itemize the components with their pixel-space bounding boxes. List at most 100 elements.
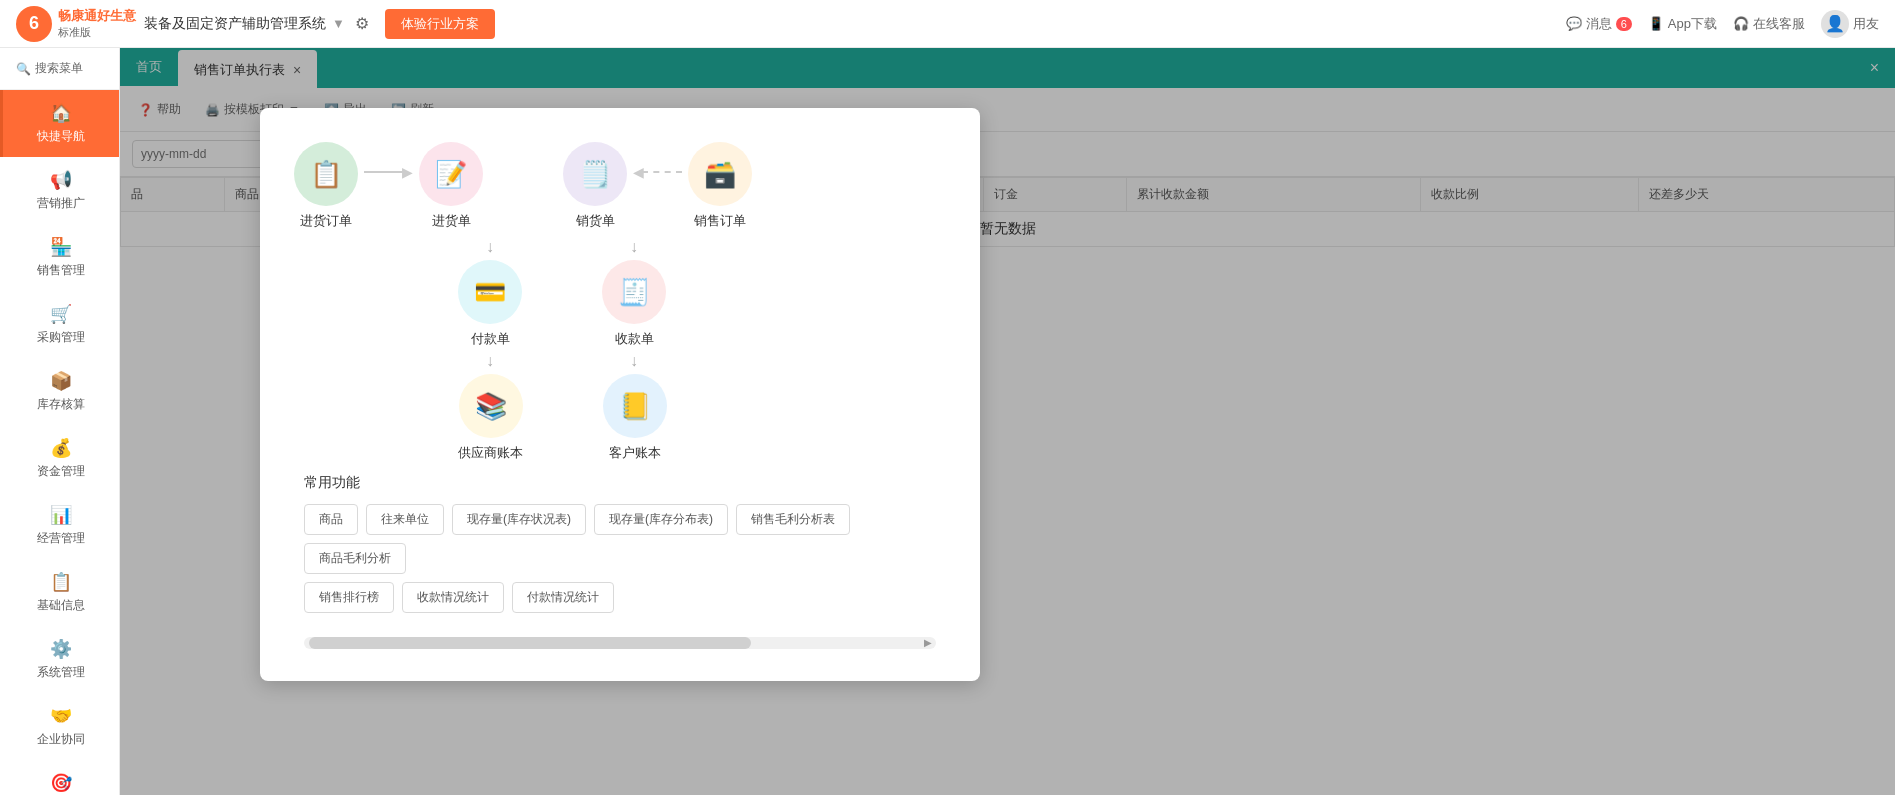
- search-area[interactable]: 🔍 搜索菜单: [0, 48, 119, 90]
- sidebar-item-finance[interactable]: 💰 资金管理: [0, 425, 119, 492]
- purchase-bill-icon: 📝: [435, 159, 467, 190]
- user-menu[interactable]: 👤 用友: [1821, 10, 1879, 38]
- sidebar-item-purchase[interactable]: 🛒 采购管理: [0, 291, 119, 358]
- logo-text: 畅康通好生意 标准版: [58, 8, 136, 39]
- message-button[interactable]: 💬 消息 6: [1566, 15, 1632, 33]
- modal-scrollbar[interactable]: ▶: [304, 637, 936, 649]
- system-title: 装备及固定资产辅助管理系统: [144, 15, 326, 33]
- supplier-ledger-icon: 📚: [475, 391, 507, 422]
- sales-order-label: 销售订单: [694, 212, 746, 230]
- arrow-down-purchase-bill: ↓: [458, 238, 522, 256]
- purchase-order-node: 📋 进货订单: [294, 142, 358, 230]
- download-icon: 📱: [1648, 16, 1664, 31]
- sales-order-node: 🗃️ 销售订单: [688, 142, 752, 230]
- func-btn-stock-dist[interactable]: 现存量(库存分布表): [594, 504, 728, 535]
- customer-ledger-icon: 📒: [619, 391, 651, 422]
- cooperation-icon: 🤝: [50, 705, 72, 727]
- sidebar-item-sales[interactable]: 🏪 销售管理: [0, 224, 119, 291]
- arrow-purchase-to-bill: ▶: [364, 164, 413, 208]
- payment-bill-node: 💳 付款单: [458, 260, 522, 348]
- func-buttons-row1: 商品 往来单位 现存量(库存状况表) 现存量(库存分布表) 销售毛利分析表 商品…: [304, 504, 936, 574]
- sales-order-icon: 🗃️: [704, 159, 736, 190]
- search-icon: 🔍: [16, 62, 31, 76]
- payment-bill-label: 付款单: [471, 330, 510, 348]
- sidebar-item-guide[interactable]: 🎯 新手引导: [0, 760, 119, 795]
- arrow-sales-order-to-bill: ◀: [633, 164, 682, 208]
- user-avatar: 👤: [1821, 10, 1849, 38]
- customer-ledger-node: 📒 客户账本: [603, 374, 667, 462]
- sales-order-circle: 🗃️: [688, 142, 752, 206]
- sales-bill-label: 销货单: [576, 212, 615, 230]
- home-icon: 🏠: [50, 102, 72, 124]
- func-btn-product[interactable]: 商品: [304, 504, 358, 535]
- func-btn-product-gross[interactable]: 商品毛利分析: [304, 543, 406, 574]
- sales-bill-icon: 🗒️: [579, 159, 611, 190]
- sidebar-item-cooperation[interactable]: 🤝 企业协同: [0, 693, 119, 760]
- guide-icon: 🎯: [50, 772, 72, 794]
- supplier-ledger-circle: 📚: [459, 374, 523, 438]
- main-area: 🔍 搜索菜单 🏠 快捷导航 📢 营销推广 🏪 销售管理 🛒 采购管理: [0, 48, 1895, 795]
- arrow-down-sales-bill: ↓: [602, 238, 666, 256]
- sidebar-item-inventory[interactable]: 📦 库存核算: [0, 358, 119, 425]
- logo-line1: 畅康通好生意: [58, 8, 136, 25]
- inventory-icon: 📦: [50, 370, 72, 392]
- message-badge: 6: [1616, 17, 1632, 31]
- func-btn-receipt-stats[interactable]: 收款情况统计: [402, 582, 504, 613]
- logo-line2: 标准版: [58, 25, 136, 39]
- arrow-down-receipt: ↓: [602, 352, 666, 370]
- receipt-bill-icon: 🧾: [618, 277, 650, 308]
- quick-nav-modal: 📋 进货订单 ▶: [260, 108, 980, 681]
- func-btn-stock-status[interactable]: 现存量(库存状况表): [452, 504, 586, 535]
- sidebar-item-quick-nav[interactable]: 🏠 快捷导航: [0, 90, 119, 157]
- receipt-bill-node: 🧾 收款单: [602, 260, 666, 348]
- sidebar: 🔍 搜索菜单 🏠 快捷导航 📢 营销推广 🏪 销售管理 🛒 采购管理: [0, 48, 120, 795]
- chevron-down-icon[interactable]: ▼: [332, 16, 345, 31]
- finance-icon: 💰: [50, 437, 72, 459]
- scrollbar-thumb: [309, 637, 751, 649]
- payment-bill-circle: 💳: [458, 260, 522, 324]
- purchase-bill-node: 📝 进货单: [419, 142, 483, 230]
- app-download-button[interactable]: 📱 App下载: [1648, 15, 1717, 33]
- purchase-bill-label: 进货单: [432, 212, 471, 230]
- sales-icon: 🏪: [50, 236, 72, 258]
- customer-ledger-label: 客户账本: [609, 444, 661, 462]
- search-menu-button[interactable]: 🔍 搜索菜单: [8, 56, 111, 81]
- logo-area: 6 畅康通好生意 标准版: [16, 6, 136, 42]
- sidebar-item-operation[interactable]: 📊 经营管理: [0, 492, 119, 559]
- sales-bill-node: 🗒️ 销货单: [563, 142, 627, 230]
- func-btn-sales-gross[interactable]: 销售毛利分析表: [736, 504, 850, 535]
- purchase-icon: 🛒: [50, 303, 72, 325]
- logo-char: 6: [29, 13, 39, 34]
- scroll-right-icon[interactable]: ▶: [924, 637, 932, 649]
- trial-button[interactable]: 体验行业方案: [385, 9, 495, 39]
- headset-icon: 🎧: [1733, 16, 1749, 31]
- purchase-bill-circle: 📝: [419, 142, 483, 206]
- receipt-bill-label: 收款单: [615, 330, 654, 348]
- message-icon: 💬: [1566, 16, 1582, 31]
- func-btn-payment-stats[interactable]: 付款情况统计: [512, 582, 614, 613]
- system-icon: ⚙️: [50, 638, 72, 660]
- purchase-order-label: 进货订单: [300, 212, 352, 230]
- app-logo-icon: 6: [16, 6, 52, 42]
- online-service-button[interactable]: 🎧 在线客服: [1733, 15, 1805, 33]
- sidebar-item-basic-info[interactable]: 📋 基础信息: [0, 559, 119, 626]
- common-functions-title: 常用功能: [304, 474, 936, 492]
- sidebar-item-system[interactable]: ⚙️ 系统管理: [0, 626, 119, 693]
- settings-icon[interactable]: ⚙: [355, 14, 369, 33]
- supplier-ledger-label: 供应商账本: [458, 444, 523, 462]
- modal-overlay[interactable]: 📋 进货订单 ▶: [120, 48, 1895, 795]
- marketing-icon: 📢: [50, 169, 72, 191]
- top-bar-right: 💬 消息 6 📱 App下载 🎧 在线客服 👤 用友: [1566, 10, 1879, 38]
- purchase-order-icon: 📋: [310, 159, 342, 190]
- customer-ledger-circle: 📒: [603, 374, 667, 438]
- func-btn-sales-rank[interactable]: 销售排行榜: [304, 582, 394, 613]
- sidebar-item-marketing[interactable]: 📢 营销推广: [0, 157, 119, 224]
- operation-icon: 📊: [50, 504, 72, 526]
- sales-bill-circle: 🗒️: [563, 142, 627, 206]
- func-buttons-row2: 销售排行榜 收款情况统计 付款情况统计: [304, 582, 936, 613]
- basic-info-icon: 📋: [50, 571, 72, 593]
- content-area: 首页 销售订单执行表 × × ❓ 帮助 🖨️ 按模板打印: [120, 48, 1895, 795]
- func-btn-contacts[interactable]: 往来单位: [366, 504, 444, 535]
- common-functions-section: 常用功能 商品 往来单位 现存量(库存状况表) 现存量(库存分布表) 销售毛利分…: [284, 474, 956, 629]
- arrow-down-payment: ↓: [458, 352, 522, 370]
